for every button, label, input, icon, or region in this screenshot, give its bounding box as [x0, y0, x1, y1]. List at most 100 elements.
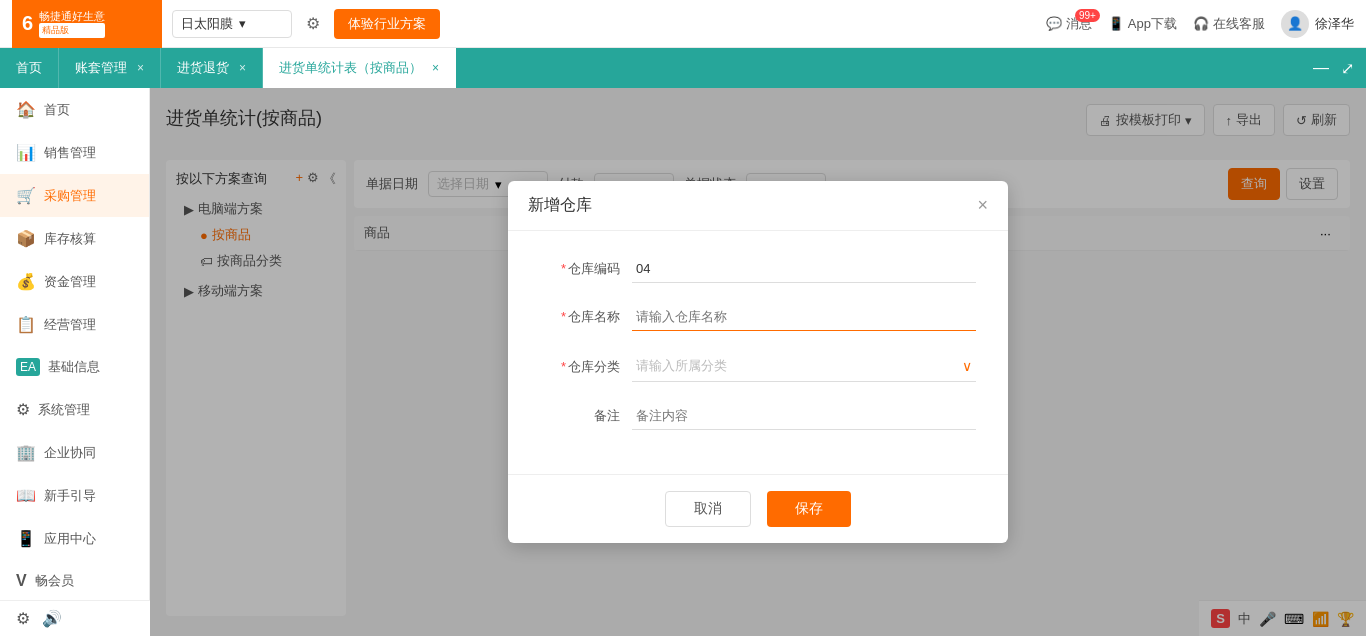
- sidebar-bottom-settings-icon[interactable]: ⚙: [16, 609, 30, 628]
- settings-gear-icon[interactable]: ⚙: [302, 10, 324, 37]
- tab-purchase-return[interactable]: 进货退货 ×: [161, 48, 263, 88]
- content-area: 进货单统计(按商品) 🖨 按模板打印 ▾ ↑ 导出 ↺ 刷新: [150, 88, 1366, 636]
- tab-purchase-return-close-icon[interactable]: ×: [239, 61, 246, 75]
- modal-overlay: 新增仓库 × 仓库编码 仓库名称 仓库: [150, 88, 1366, 636]
- category-label: 仓库分类: [540, 358, 620, 376]
- modal-body: 仓库编码 仓库名称 仓库分类 请输入所属分类 ∨: [508, 231, 1008, 474]
- sidebar-item-basic-info[interactable]: EA 基础信息: [0, 346, 149, 388]
- remark-label: 备注: [540, 407, 620, 425]
- logo-area: 6 畅捷通好生意 精品版: [12, 0, 162, 48]
- sidebar-bottom-volume-icon[interactable]: 🔊: [42, 609, 62, 628]
- app-center-icon: 📱: [16, 529, 36, 548]
- vip-icon: V: [16, 572, 27, 590]
- logo-badge: 精品版: [39, 23, 105, 38]
- tab-expand-icon[interactable]: ⤢: [1337, 55, 1358, 82]
- sidebar-label-finance: 资金管理: [44, 273, 96, 291]
- name-input[interactable]: [632, 303, 976, 331]
- sidebar-item-home[interactable]: 🏠 首页: [0, 88, 149, 131]
- sidebar-label-home: 首页: [44, 101, 70, 119]
- sidebar-label-sales: 销售管理: [44, 144, 96, 162]
- cancel-button[interactable]: 取消: [665, 491, 751, 527]
- sidebar-label-guide: 新手引导: [44, 487, 96, 505]
- sidebar-item-vip[interactable]: V 畅会员: [0, 560, 149, 602]
- inventory-icon: 📦: [16, 229, 36, 248]
- header-right: 💬 消息 99+ 📱 App下载 🎧 在线客服 👤 徐泽华: [1046, 10, 1354, 38]
- operations-icon: 📋: [16, 315, 36, 334]
- tab-accounts-label: 账套管理: [75, 59, 127, 77]
- modal-title: 新增仓库: [528, 195, 592, 216]
- guide-icon: 📖: [16, 486, 36, 505]
- sidebar-item-sales[interactable]: 📊 销售管理: [0, 131, 149, 174]
- user-area[interactable]: 👤 徐泽华: [1281, 10, 1354, 38]
- system-icon: ⚙: [16, 400, 30, 419]
- message-icon: 💬: [1046, 16, 1062, 31]
- store-selector[interactable]: 日太阳膜 ▾: [172, 10, 292, 38]
- trial-button[interactable]: 体验行业方案: [334, 9, 440, 39]
- tab-actions: — ⤢: [1301, 55, 1366, 82]
- category-placeholder: 请输入所属分类: [636, 357, 727, 375]
- app-download-icon: 📱: [1108, 16, 1124, 31]
- notification-badge: 99+: [1075, 9, 1100, 22]
- category-select[interactable]: 请输入所属分类 ∨: [632, 351, 976, 382]
- form-row-remark: 备注: [540, 402, 976, 430]
- sidebar-item-guide[interactable]: 📖 新手引导: [0, 474, 149, 517]
- sidebar-label-enterprise: 企业协同: [44, 444, 96, 462]
- sidebar-item-finance[interactable]: 💰 资金管理: [0, 260, 149, 303]
- top-header: 6 畅捷通好生意 精品版 日太阳膜 ▾ ⚙ 体验行业方案 💬 消息 99+ 📱 …: [0, 0, 1366, 48]
- tab-accounts-close-icon[interactable]: ×: [137, 61, 144, 75]
- online-service-action[interactable]: 🎧 在线客服: [1193, 15, 1265, 33]
- remark-input[interactable]: [632, 402, 976, 430]
- form-row-code: 仓库编码: [540, 255, 976, 283]
- avatar: 👤: [1281, 10, 1309, 38]
- tab-home-label: 首页: [16, 59, 42, 77]
- main-layout: 🏠 首页 📊 销售管理 🛒 采购管理 📦 库存核算 💰 资金管理 📋 经营管理 …: [0, 88, 1366, 636]
- store-chevron-icon: ▾: [239, 16, 246, 31]
- modal-footer: 取消 保存: [508, 474, 1008, 543]
- logo-text-line1: 畅捷通好生意: [39, 9, 105, 23]
- code-label: 仓库编码: [540, 260, 620, 278]
- save-button[interactable]: 保存: [767, 491, 851, 527]
- name-label: 仓库名称: [540, 308, 620, 326]
- tab-purchase-stats-label: 进货单统计表（按商品）: [279, 59, 422, 77]
- sidebar-item-system[interactable]: ⚙ 系统管理: [0, 388, 149, 431]
- code-input[interactable]: [632, 255, 976, 283]
- app-download-action[interactable]: 📱 App下载: [1108, 15, 1177, 33]
- logo-icon: 6: [22, 12, 33, 35]
- modal-header: 新增仓库 ×: [508, 181, 1008, 231]
- sidebar-item-enterprise[interactable]: 🏢 企业协同: [0, 431, 149, 474]
- tab-bar: 首页 账套管理 × 进货退货 × 进货单统计表（按商品） × — ⤢: [0, 48, 1366, 88]
- messages-action[interactable]: 💬 消息 99+: [1046, 15, 1092, 33]
- modal-new-warehouse: 新增仓库 × 仓库编码 仓库名称 仓库: [508, 181, 1008, 543]
- tab-purchase-return-label: 进货退货: [177, 59, 229, 77]
- form-row-name: 仓库名称: [540, 303, 976, 331]
- sidebar-label-system: 系统管理: [38, 401, 90, 419]
- user-name: 徐泽华: [1315, 15, 1354, 33]
- sales-icon: 📊: [16, 143, 36, 162]
- basic-info-icon: EA: [16, 358, 40, 376]
- sidebar-item-inventory[interactable]: 📦 库存核算: [0, 217, 149, 260]
- tab-accounts[interactable]: 账套管理 ×: [59, 48, 161, 88]
- sidebar-label-app-center: 应用中心: [44, 530, 96, 548]
- app-download-label: App下载: [1128, 15, 1177, 33]
- modal-close-icon[interactable]: ×: [977, 195, 988, 216]
- tab-minimize-icon[interactable]: —: [1309, 55, 1333, 81]
- home-icon: 🏠: [16, 100, 36, 119]
- sidebar-label-basic-info: 基础信息: [48, 358, 100, 376]
- sidebar-item-operations[interactable]: 📋 经营管理: [0, 303, 149, 346]
- category-chevron-icon: ∨: [962, 358, 972, 374]
- headset-icon: 🎧: [1193, 16, 1209, 31]
- sidebar-label-inventory: 库存核算: [44, 230, 96, 248]
- sidebar-label-purchase: 采购管理: [44, 187, 96, 205]
- finance-icon: 💰: [16, 272, 36, 291]
- sidebar: 🏠 首页 📊 销售管理 🛒 采购管理 📦 库存核算 💰 资金管理 📋 经营管理 …: [0, 88, 150, 636]
- purchase-icon: 🛒: [16, 186, 36, 205]
- enterprise-icon: 🏢: [16, 443, 36, 462]
- sidebar-label-vip: 畅会员: [35, 572, 74, 590]
- sidebar-item-purchase[interactable]: 🛒 采购管理: [0, 174, 149, 217]
- tab-purchase-stats[interactable]: 进货单统计表（按商品） ×: [263, 48, 456, 88]
- sidebar-item-app-center[interactable]: 📱 应用中心: [0, 517, 149, 560]
- tab-home[interactable]: 首页: [0, 48, 59, 88]
- tab-purchase-stats-close-icon[interactable]: ×: [432, 61, 439, 75]
- form-row-category: 仓库分类 请输入所属分类 ∨: [540, 351, 976, 382]
- store-name: 日太阳膜: [181, 15, 233, 33]
